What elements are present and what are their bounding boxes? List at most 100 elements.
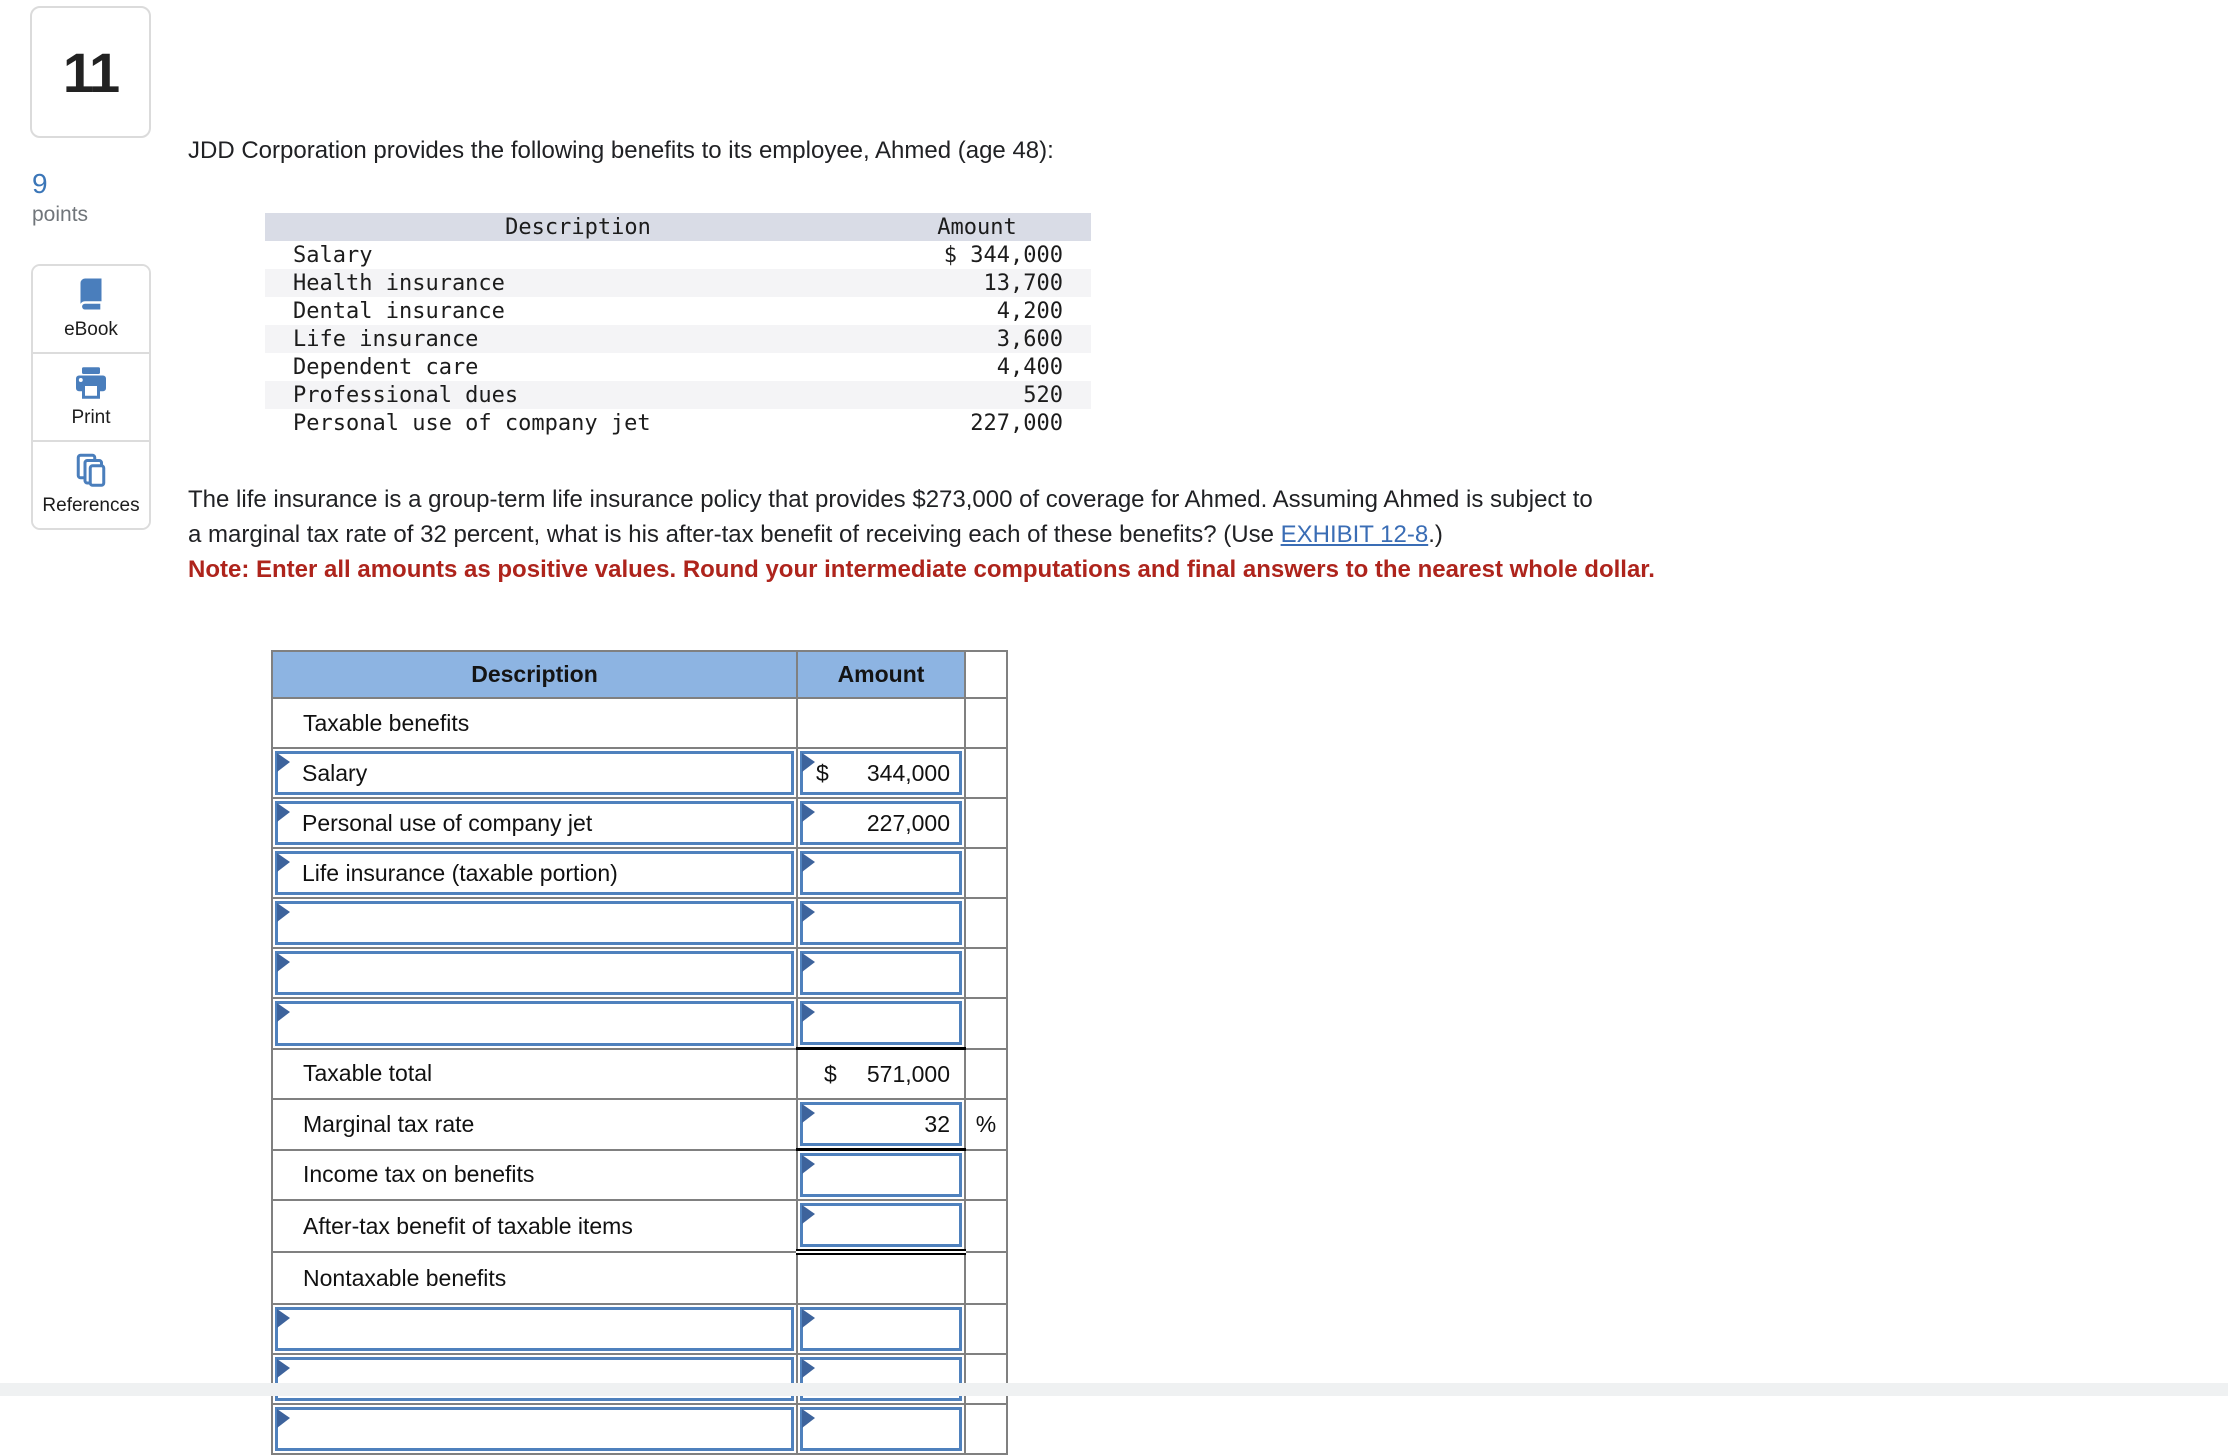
worksheet-row: Income tax on benefits (271, 1148, 1008, 1201)
unit-cell (964, 947, 1008, 999)
benefit-description: Dependent care (293, 354, 479, 380)
description-cell: Nontaxable benefits (271, 1251, 798, 1305)
description-label: After-tax benefit of taxable items (303, 1212, 633, 1239)
worksheet-header-description: Description (271, 650, 798, 699)
worksheet-row: After-tax benefit of taxable items (271, 1199, 1008, 1255)
amount-static-value: 571,000 (866, 1060, 950, 1087)
points-block: 9 points (32, 168, 88, 227)
amount-cell (796, 1303, 966, 1355)
worksheet-row: Personal use of company jet 227,000 (271, 797, 1008, 849)
description-cell: Life insurance (taxable portion) (271, 847, 798, 899)
amount-input-value: 227,000 (866, 809, 950, 836)
unit-cell (964, 1403, 1008, 1455)
description-input-text: Salary (302, 759, 368, 786)
benefit-description: Personal use of company jet (293, 410, 651, 436)
print-button[interactable]: Print (33, 352, 149, 440)
amount-cell (796, 1251, 966, 1305)
amount-input-value: 32 (924, 1110, 950, 1137)
ebook-button[interactable]: eBook (33, 266, 149, 352)
amount-cell (796, 897, 966, 949)
unit-cell (964, 847, 1008, 899)
unit-cell (964, 1353, 1008, 1405)
description-input-text: Personal use of company jet (302, 809, 593, 836)
unit-cell (964, 797, 1008, 849)
description-cell (271, 1303, 798, 1355)
benefit-amount: 3,600 (863, 325, 1091, 353)
amount-input[interactable]: 227,000 (800, 801, 962, 845)
amount-input[interactable] (800, 851, 962, 895)
ebook-label: eBook (64, 319, 118, 340)
unit-cell (964, 1303, 1008, 1355)
input-flag-icon (277, 753, 290, 772)
benefit-description: Health insurance (265, 269, 863, 297)
amount-input[interactable] (800, 1203, 962, 1247)
input-flag-icon (802, 753, 815, 772)
description-cell: Personal use of company jet (271, 797, 798, 849)
worksheet-row: Marginal tax rate 32% (271, 1098, 1008, 1151)
unit-cell (964, 1199, 1008, 1253)
question-number-box: 11 (30, 6, 151, 138)
benefit-amount: 4,200 (996, 298, 1063, 324)
benefits-row: Personal use of company jet 227,000 (265, 409, 1091, 437)
worksheet-row (271, 1353, 1008, 1405)
amount-input[interactable] (800, 1153, 962, 1197)
description-input[interactable] (275, 951, 794, 995)
input-flag-icon (277, 1309, 290, 1328)
amount-input[interactable]: 32 (800, 1102, 962, 1146)
print-label: Print (71, 407, 111, 428)
amount-input[interactable] (800, 1407, 962, 1451)
amount-cell: $344,000 (796, 747, 966, 799)
benefits-header-description: Description (265, 213, 863, 241)
exhibit-link[interactable]: EXHIBIT 12-8 (1281, 521, 1429, 548)
input-flag-icon (802, 803, 815, 822)
amount-input[interactable]: $344,000 (800, 751, 962, 795)
points-value: 9 (32, 168, 48, 199)
amount-input[interactable] (800, 901, 962, 945)
description-input[interactable] (275, 1001, 794, 1046)
benefits-row: Dependent care 4,400 (265, 353, 1091, 381)
amount-input[interactable] (800, 1001, 962, 1045)
benefits-header-amount: Amount (863, 213, 1091, 241)
worksheet-row: Taxable total $571,000 (271, 1047, 1008, 1100)
amount-input[interactable] (800, 1307, 962, 1351)
amount-cell: $571,000 (796, 1047, 966, 1100)
question-intro-text: JDD Corporation provides the following b… (188, 137, 1054, 164)
benefit-amount: 227,000 (970, 410, 1063, 436)
unit-cell: % (964, 1098, 1008, 1151)
question-number: 11 (62, 40, 120, 104)
amount-input[interactable] (800, 951, 962, 995)
description-input[interactable] (275, 1407, 794, 1451)
worksheet-row (271, 997, 1008, 1050)
description-cell (271, 897, 798, 949)
description-input[interactable]: Life insurance (taxable portion) (275, 851, 794, 895)
input-flag-icon (802, 1003, 815, 1022)
references-label: References (42, 495, 140, 516)
description-input[interactable]: Salary (275, 751, 794, 795)
paragraph-line2-pre: a marginal tax rate of 32 percent, what … (188, 521, 1281, 548)
benefit-amount: $ 344,000 (943, 242, 1063, 268)
amount-cell (796, 847, 966, 899)
description-cell (271, 1353, 798, 1405)
description-label: Taxable total (303, 1060, 433, 1087)
description-cell (271, 997, 798, 1050)
input-flag-icon (802, 1359, 815, 1378)
worksheet-row: Salary $344,000 (271, 747, 1008, 799)
references-button[interactable]: References (33, 440, 149, 528)
unit-cell (964, 1047, 1008, 1100)
description-input[interactable] (275, 1307, 794, 1351)
horizontal-scrollbar-track[interactable] (0, 1383, 2228, 1396)
paragraph-line1: The life insurance is a group-term life … (188, 486, 1593, 513)
input-flag-icon (802, 1409, 815, 1428)
amount-cell: 32 (796, 1098, 966, 1151)
input-flag-icon (277, 953, 290, 972)
input-flag-icon (802, 903, 815, 922)
description-input[interactable] (275, 901, 794, 945)
description-cell: Income tax on benefits (271, 1148, 798, 1201)
worksheet-row: Nontaxable benefits (271, 1251, 1008, 1305)
amount-cell (796, 947, 966, 999)
input-flag-icon (277, 853, 290, 872)
benefits-table: Description Amount Salary $ 344,000 Health… (265, 213, 1091, 437)
description-cell (271, 1403, 798, 1455)
description-label: Marginal tax rate (303, 1110, 475, 1137)
description-input[interactable]: Personal use of company jet (275, 801, 794, 845)
